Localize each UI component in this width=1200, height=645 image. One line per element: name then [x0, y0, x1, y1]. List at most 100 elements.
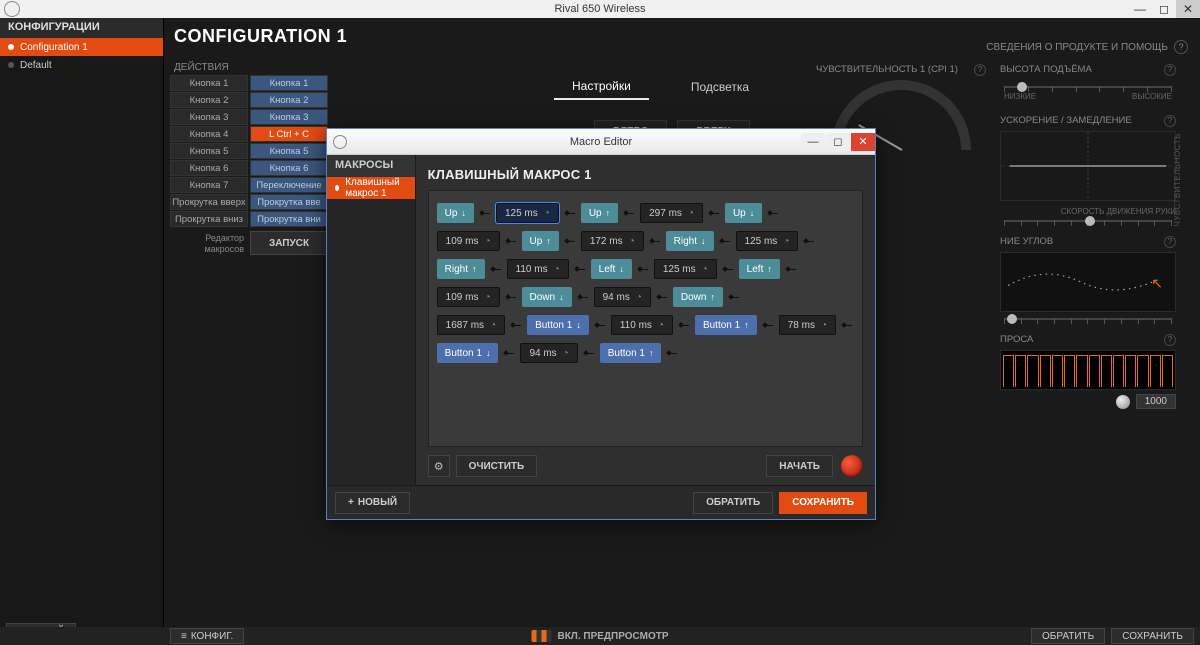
macro-settings-button[interactable]: ⚙	[428, 455, 450, 477]
action-label[interactable]: Кнопка 6	[170, 160, 248, 176]
connector-icon	[509, 323, 523, 327]
delay-node[interactable]: 172 ms	[581, 231, 644, 251]
delay-node[interactable]: 94 ms	[520, 343, 577, 363]
action-label[interactable]: Прокрутка вниз	[170, 211, 248, 227]
action-binding[interactable]: Кнопка 5	[250, 143, 328, 159]
action-binding[interactable]: Кнопка 3	[250, 109, 328, 125]
product-help-link[interactable]: СВЕДЕНИЯ О ПРОДУКТЕ И ПОМОЩЬ	[986, 40, 1188, 54]
angle-slider[interactable]	[1004, 318, 1172, 320]
arrow-icon: ↑	[472, 264, 477, 274]
key-node[interactable]: Down↑	[673, 287, 723, 307]
angle-chart[interactable]: ↖	[1000, 252, 1176, 312]
config-menu-button[interactable]: ≡ КОНФИГ.	[170, 628, 244, 644]
preview-toggle-icon[interactable]	[531, 630, 551, 642]
dialog-save-button[interactable]: СОХРАНИТЬ	[779, 492, 867, 514]
action-binding[interactable]: Переключение	[250, 177, 328, 193]
key-node[interactable]: Right↓	[666, 231, 714, 251]
arrow-icon: ↑	[649, 348, 654, 358]
action-label[interactable]: Кнопка 1	[170, 75, 248, 91]
delay-node[interactable]: 1687 ms	[437, 315, 505, 335]
polling-value[interactable]: 1000	[1136, 394, 1176, 409]
acceleration-chart[interactable]: ЧУВСТВИТЕЛЬНОСТЬ	[1000, 131, 1176, 201]
config-item-label: Configuration 1	[20, 42, 88, 53]
action-binding[interactable]: Кнопка 1	[250, 75, 328, 91]
connector-icon	[718, 239, 732, 243]
window-title: Rival 650 Wireless	[554, 3, 645, 15]
clock-icon	[627, 236, 635, 247]
delay-node[interactable]: 78 ms	[779, 315, 836, 335]
key-node[interactable]: Up↓	[437, 203, 474, 223]
minimize-button[interactable]: —	[1128, 0, 1152, 18]
dialog-revert-button[interactable]: ОБРАТИТЬ	[693, 492, 773, 514]
key-node[interactable]: Button 1↑	[600, 343, 662, 363]
delay-node[interactable]: 125 ms	[654, 259, 717, 279]
maximize-button[interactable]: ◻	[1152, 0, 1176, 18]
key-node[interactable]: Left↓	[591, 259, 632, 279]
action-binding[interactable]: Прокрутка вни	[250, 211, 328, 227]
delay-node[interactable]: 109 ms	[437, 231, 500, 251]
key-node[interactable]: Button 1↓	[527, 315, 589, 335]
arrow-icon: ↑	[546, 236, 551, 246]
key-node[interactable]: Up↑	[522, 231, 559, 251]
clock-icon	[634, 292, 642, 303]
record-icon[interactable]	[841, 455, 863, 477]
dialog-titlebar[interactable]: Macro Editor — ◻ ✕	[327, 129, 875, 155]
macro-title: КЛАВИШНЫЙ МАКРОС 1	[428, 167, 863, 182]
polling-knob[interactable]	[1116, 395, 1130, 409]
key-node[interactable]: Right↑	[437, 259, 485, 279]
action-binding[interactable]: Кнопка 2	[250, 92, 328, 108]
tab-lighting[interactable]: Подсветка	[673, 74, 767, 100]
close-button[interactable]: ✕	[1176, 0, 1200, 18]
action-label[interactable]: Кнопка 3	[170, 109, 248, 125]
arrow-icon: ↓	[750, 208, 755, 218]
action-label[interactable]: Кнопка 5	[170, 143, 248, 159]
delay-node[interactable]: 110 ms	[611, 315, 673, 335]
action-binding[interactable]: Прокрутка вве	[250, 194, 328, 210]
delay-node[interactable]: 109 ms	[437, 287, 500, 307]
accel-slider[interactable]	[1004, 220, 1172, 222]
lift-height-slider[interactable]	[1004, 86, 1172, 88]
action-label[interactable]: Кнопка 4	[170, 126, 248, 142]
delay-node[interactable]: 297 ms	[640, 203, 703, 223]
delay-node[interactable]: 94 ms	[594, 287, 651, 307]
macros-header: МАКРОСЫ	[327, 155, 415, 177]
connector-icon	[721, 267, 735, 271]
connector-icon	[766, 211, 780, 215]
connector-icon	[504, 295, 518, 299]
key-node[interactable]: Button 1↓	[437, 343, 499, 363]
connector-icon	[655, 295, 669, 299]
configurations-sidebar: КОНФИГУРАЦИИ Configuration 1 Default + Н…	[0, 18, 164, 627]
delay-node[interactable]: 125 ms	[496, 203, 559, 223]
config-item[interactable]: Default	[0, 56, 163, 74]
clock-icon	[781, 236, 789, 247]
action-label[interactable]: Прокрутка вверх	[170, 194, 248, 210]
action-label[interactable]: Кнопка 2	[170, 92, 248, 108]
delay-node[interactable]: 125 ms	[736, 231, 799, 251]
key-node[interactable]: Up↑	[581, 203, 618, 223]
save-button[interactable]: СОХРАНИТЬ	[1111, 628, 1194, 644]
macro-timeline[interactable]: Up↓ 125 ms Up↑ 297 ms Up↓ 109 ms Up↑ 172 ms Righ…	[428, 190, 863, 447]
config-item-active[interactable]: Configuration 1	[0, 38, 163, 56]
tab-settings[interactable]: Настройки	[554, 74, 649, 100]
dialog-maximize-button[interactable]: ◻	[826, 133, 850, 151]
macro-list-item[interactable]: Клавишный макрос 1	[327, 177, 415, 199]
revert-button[interactable]: ОБРАТИТЬ	[1031, 628, 1105, 644]
new-macro-button[interactable]: + НОВЫЙ	[335, 492, 410, 514]
dialog-minimize-button[interactable]: —	[801, 133, 825, 151]
start-record-button[interactable]: НАЧАТЬ	[766, 455, 833, 477]
key-node[interactable]: Button 1↑	[695, 315, 757, 335]
key-node[interactable]: Left↑	[739, 259, 780, 279]
action-binding[interactable]: Кнопка 6	[250, 160, 328, 176]
action-label[interactable]: Кнопка 7	[170, 177, 248, 193]
launch-button[interactable]: ЗАПУСК	[250, 231, 328, 255]
action-binding[interactable]: L Ctrl + C	[250, 126, 328, 142]
key-node[interactable]: Down↓	[522, 287, 572, 307]
key-node[interactable]: Up↓	[725, 203, 762, 223]
clock-icon	[482, 292, 490, 303]
arrow-icon: ↓	[701, 236, 706, 246]
clear-button[interactable]: ОЧИСТИТЬ	[456, 455, 538, 477]
connector-icon	[576, 295, 590, 299]
dialog-close-button[interactable]: ✕	[851, 133, 875, 151]
config-item-label: Default	[20, 60, 52, 71]
delay-node[interactable]: 110 ms	[507, 259, 569, 279]
